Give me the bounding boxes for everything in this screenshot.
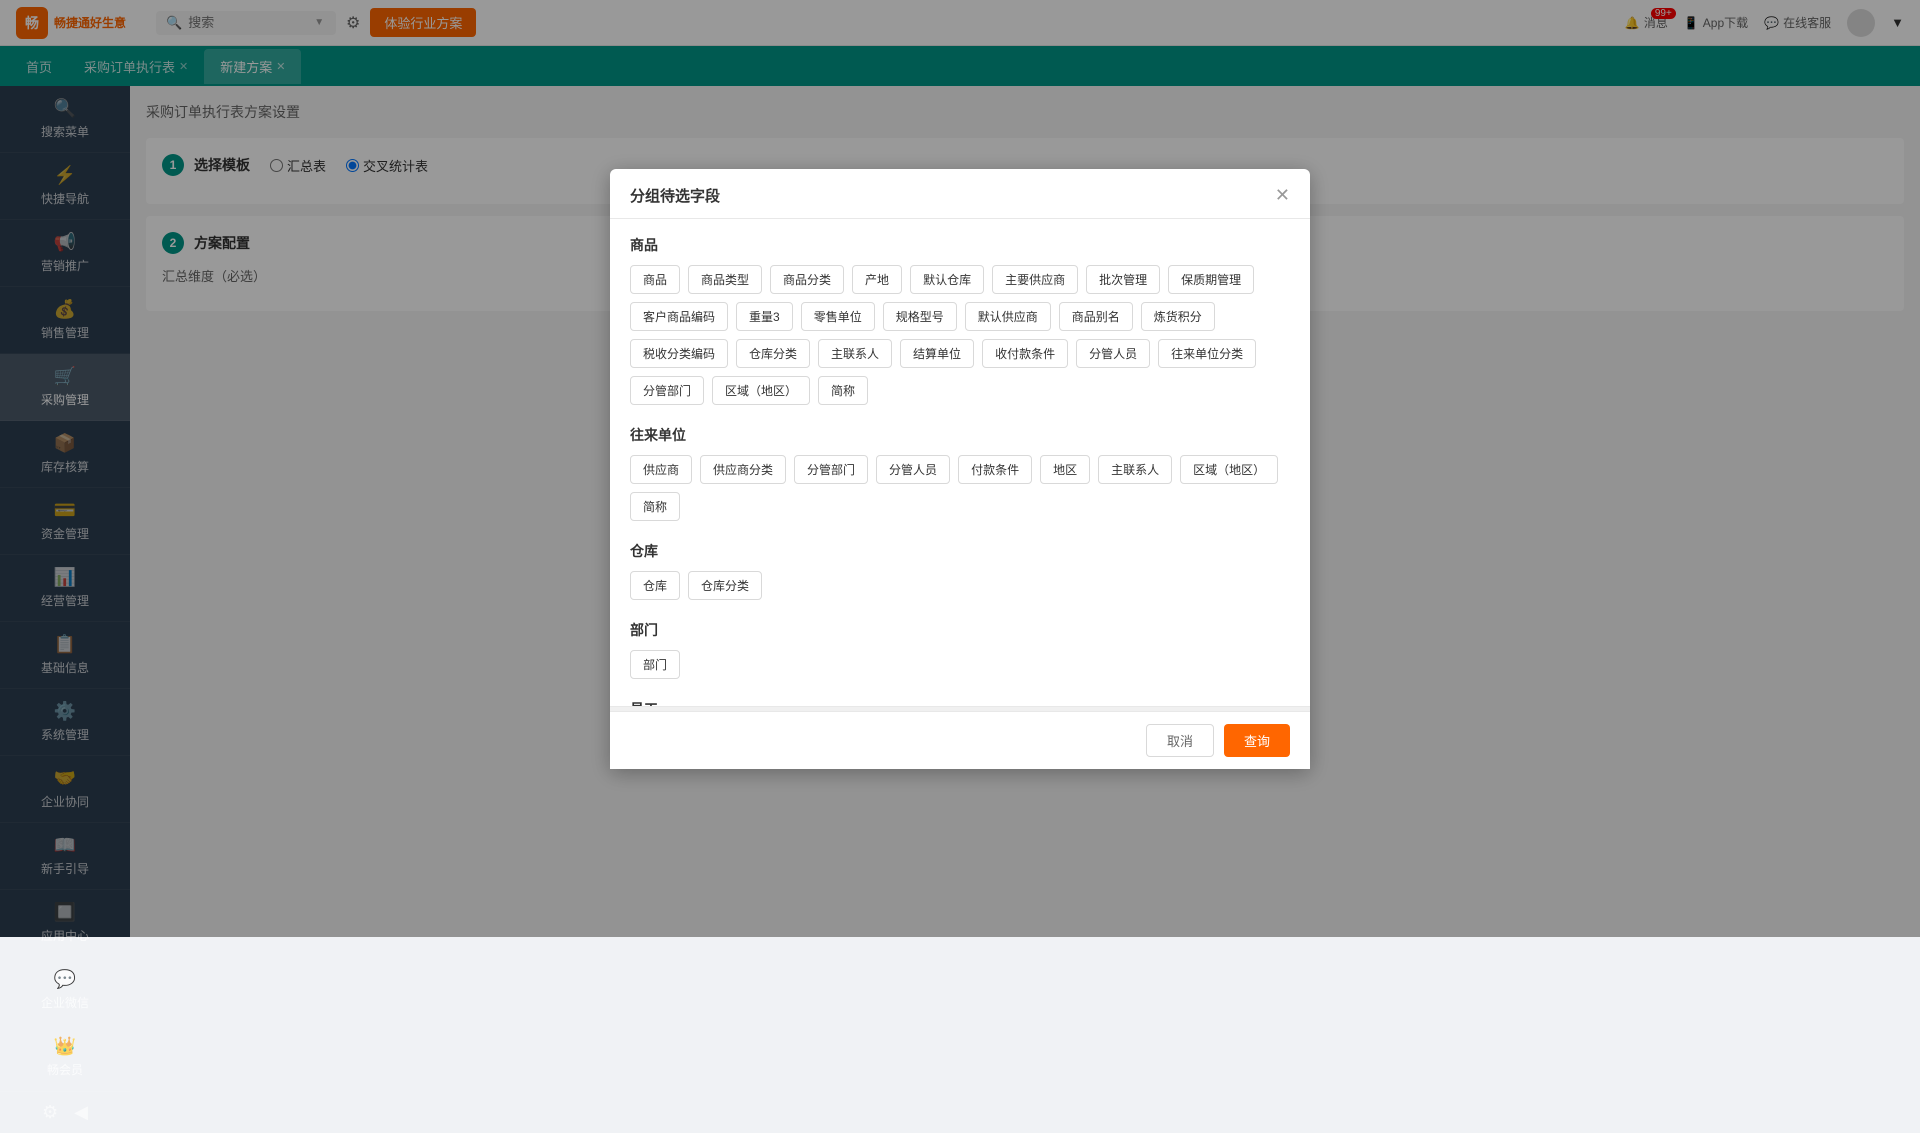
- field-group-department-title: 部门: [630, 620, 1290, 640]
- field-tag[interactable]: 分管部门: [630, 376, 704, 405]
- field-tags-warehouse: 仓库 仓库分类: [630, 571, 1290, 600]
- field-tag[interactable]: 简称: [630, 492, 680, 521]
- member-icon: 👑: [54, 1036, 76, 1057]
- field-tag[interactable]: 默认供应商: [965, 302, 1051, 331]
- field-tag[interactable]: 默认仓库: [910, 265, 984, 294]
- field-group-employee: 员工 业务员: [630, 699, 1290, 707]
- field-tag[interactable]: 商品: [630, 265, 680, 294]
- field-tag[interactable]: 规格型号: [883, 302, 957, 331]
- field-tags-goods: 商品 商品类型 商品分类 产地 默认仓库 主要供应商 批次管理 保质期管理 客户…: [630, 265, 1290, 405]
- field-tag[interactable]: 仓库分类: [736, 339, 810, 368]
- modal-header: 分组待选字段 ✕: [610, 169, 1310, 219]
- field-tag[interactable]: 批次管理: [1086, 265, 1160, 294]
- field-group-department: 部门 部门: [630, 620, 1290, 679]
- wechat-icon: 💬: [54, 969, 76, 990]
- sidebar-item-wechat[interactable]: 💬 企业微信: [0, 957, 130, 1024]
- field-group-warehouse: 仓库 仓库 仓库分类: [630, 541, 1290, 600]
- field-tag[interactable]: 分管部门: [794, 455, 868, 484]
- field-group-warehouse-title: 仓库: [630, 541, 1290, 561]
- field-group-partner-title: 往来单位: [630, 425, 1290, 445]
- field-tag[interactable]: 炼货积分: [1141, 302, 1215, 331]
- field-tag[interactable]: 区域（地区）: [712, 376, 810, 405]
- modal-footer: 取消 查询: [610, 711, 1310, 769]
- field-tag[interactable]: 收付款条件: [982, 339, 1068, 368]
- field-tag[interactable]: 仓库分类: [688, 571, 762, 600]
- field-group-goods: 商品 商品 商品类型 商品分类 产地 默认仓库 主要供应商 批次管理 保质期管理…: [630, 235, 1290, 405]
- sidebar-collapse-icon[interactable]: ◀: [74, 1102, 88, 1123]
- field-tag[interactable]: 供应商分类: [700, 455, 786, 484]
- field-tag[interactable]: 区域（地区）: [1180, 455, 1278, 484]
- field-tag[interactable]: 结算单位: [900, 339, 974, 368]
- field-group-goods-title: 商品: [630, 235, 1290, 255]
- field-tag[interactable]: 往来单位分类: [1158, 339, 1256, 368]
- modal-body: 商品 商品 商品类型 商品分类 产地 默认仓库 主要供应商 批次管理 保质期管理…: [610, 219, 1310, 707]
- field-group-employee-title: 员工: [630, 699, 1290, 707]
- field-tag[interactable]: 主联系人: [818, 339, 892, 368]
- confirm-button[interactable]: 查询: [1224, 724, 1290, 757]
- field-tag[interactable]: 商品别名: [1059, 302, 1133, 331]
- field-tag[interactable]: 税收分类编码: [630, 339, 728, 368]
- field-tag[interactable]: 商品分类: [770, 265, 844, 294]
- cancel-button[interactable]: 取消: [1146, 724, 1214, 757]
- field-tags-department: 部门: [630, 650, 1290, 679]
- field-tag[interactable]: 客户商品编码: [630, 302, 728, 331]
- field-tag[interactable]: 主联系人: [1098, 455, 1172, 484]
- field-tag[interactable]: 供应商: [630, 455, 692, 484]
- modal-overlay: 分组待选字段 ✕ 商品 商品 商品类型 商品分类 产地 默认仓库 主要供应商 批…: [0, 0, 1920, 937]
- field-tags-partner: 供应商 供应商分类 分管部门 分管人员 付款条件 地区 主联系人 区域（地区） …: [630, 455, 1290, 521]
- field-tag[interactable]: 部门: [630, 650, 680, 679]
- field-tag[interactable]: 仓库: [630, 571, 680, 600]
- field-tag[interactable]: 地区: [1040, 455, 1090, 484]
- sidebar-bottom: ⚙ ◀: [0, 1091, 130, 1133]
- field-tag[interactable]: 主要供应商: [992, 265, 1078, 294]
- field-tag[interactable]: 零售单位: [801, 302, 875, 331]
- field-tag[interactable]: 产地: [852, 265, 902, 294]
- field-tag[interactable]: 分管人员: [876, 455, 950, 484]
- field-tag[interactable]: 重量3: [736, 302, 793, 331]
- modal-close-icon[interactable]: ✕: [1275, 185, 1290, 206]
- sidebar-item-member[interactable]: 👑 畅会员: [0, 1024, 130, 1091]
- field-group-partner: 往来单位 供应商 供应商分类 分管部门 分管人员 付款条件 地区 主联系人 区域…: [630, 425, 1290, 521]
- field-tag[interactable]: 简称: [818, 376, 868, 405]
- modal-title: 分组待选字段: [630, 185, 720, 206]
- sidebar-settings-icon[interactable]: ⚙: [42, 1102, 58, 1123]
- field-tag[interactable]: 分管人员: [1076, 339, 1150, 368]
- field-tag[interactable]: 付款条件: [958, 455, 1032, 484]
- field-tag[interactable]: 保质期管理: [1168, 265, 1254, 294]
- field-select-modal: 分组待选字段 ✕ 商品 商品 商品类型 商品分类 产地 默认仓库 主要供应商 批…: [610, 169, 1310, 769]
- field-tag[interactable]: 商品类型: [688, 265, 762, 294]
